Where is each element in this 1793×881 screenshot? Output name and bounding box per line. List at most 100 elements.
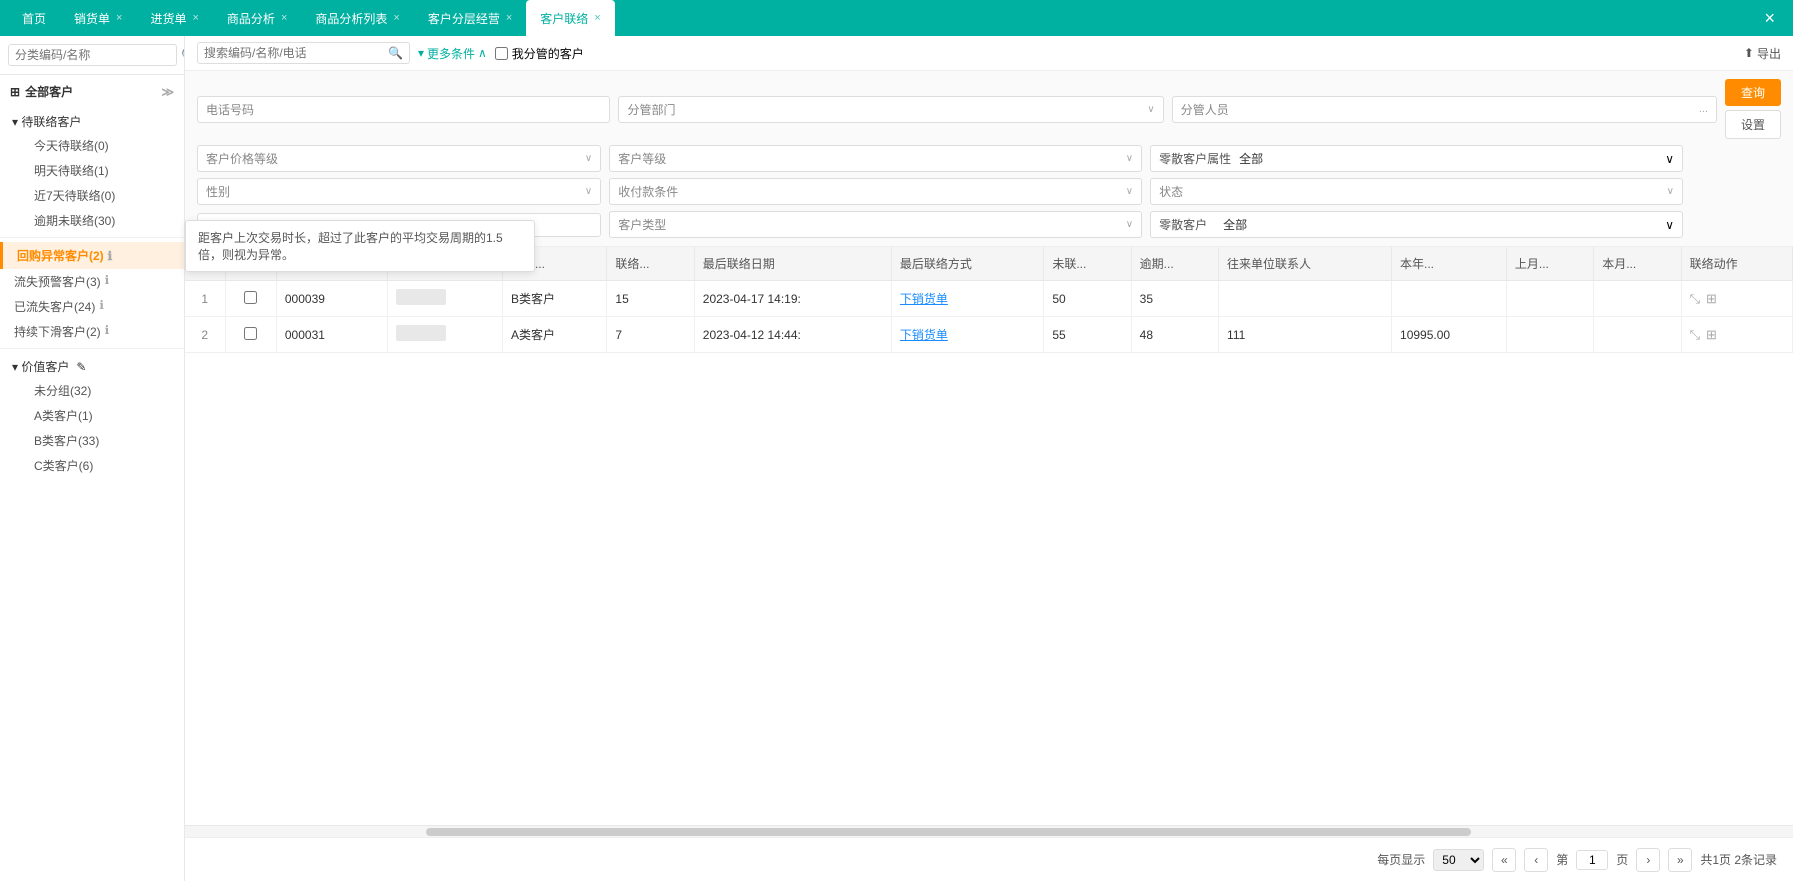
lost-label: 流失预警客户(3) bbox=[14, 273, 101, 290]
nav-purchase[interactable]: 进货单 × bbox=[136, 0, 212, 36]
nav-product-analysis-close[interactable]: × bbox=[281, 12, 287, 24]
retail-value: 全部 bbox=[1223, 216, 1657, 233]
row2-last-method[interactable]: 下销货单 bbox=[891, 317, 1043, 353]
row1-view-icon[interactable]: ⤡ bbox=[1690, 291, 1700, 307]
col-unit-contact[interactable]: 往来单位联系人 bbox=[1219, 247, 1392, 281]
row2-view-icon[interactable]: ⤡ bbox=[1690, 327, 1700, 343]
col-last-method[interactable]: 最后联络方式 bbox=[891, 247, 1043, 281]
sidebar-ungrouped[interactable]: 未分组(32) bbox=[10, 378, 184, 403]
row2-qr-icon[interactable]: ⊞ bbox=[1706, 327, 1717, 343]
first-page-btn[interactable]: « bbox=[1492, 848, 1516, 872]
payment-field[interactable]: 收付款条件 ∨ bbox=[609, 178, 1142, 205]
nav-sales-close[interactable]: × bbox=[116, 12, 122, 24]
row2-contact-count: 7 bbox=[607, 317, 694, 353]
export-btn[interactable]: ⬆ 导出 bbox=[1744, 45, 1781, 62]
col-this-year[interactable]: 本年... bbox=[1392, 247, 1507, 281]
sidebar-c-customers[interactable]: C类客户(6) bbox=[10, 453, 184, 478]
row2-checkbox[interactable] bbox=[225, 317, 276, 353]
sidebar-7days-pending[interactable]: 近7天待联络(0) bbox=[10, 183, 184, 208]
row1-last-method[interactable]: 下销货单 bbox=[891, 281, 1043, 317]
row1-checkbox[interactable] bbox=[225, 281, 276, 317]
nav-customer-contact-close[interactable]: × bbox=[594, 12, 600, 24]
nav-sales[interactable]: 销货单 × bbox=[60, 0, 136, 36]
pagination-bar: 每页显示 50 100 200 « ‹ 第 页 › » 共1页 2条记录 bbox=[185, 837, 1793, 881]
sidebar: 🔍 ⊞ 全部客户 ≫ ▾ 待联络客户 今天待联络(0) 明天待联络(1) 近7天… bbox=[0, 36, 185, 881]
nav-product-analysis-list-label: 商品分析列表 bbox=[315, 10, 387, 27]
value-customer-group[interactable]: ▾ 价值客户 ✎ bbox=[0, 353, 184, 378]
filter-row-2: 客户价格等级 ∨ 客户等级 ∨ 零散客户属性 全部 ∨ bbox=[197, 145, 1781, 172]
nav-customer-contact[interactable]: 客户联络 × bbox=[526, 0, 614, 36]
col-last-month[interactable]: 上月... bbox=[1506, 247, 1593, 281]
scrollbar-thumb[interactable] bbox=[426, 828, 1471, 836]
status-field[interactable]: 状态 ∨ bbox=[1150, 178, 1683, 205]
col-uncontact[interactable]: 未联... bbox=[1044, 247, 1131, 281]
nav-product-analysis[interactable]: 商品分析 × bbox=[213, 0, 301, 36]
retail-field[interactable]: 零散客户 全部 ∨ bbox=[1150, 211, 1683, 238]
tooltip-text: 距客户上次交易时长，超过了此客户的平均交易周期的1.5倍，则视为异常。 bbox=[198, 231, 503, 262]
next-page-btn[interactable]: › bbox=[1636, 848, 1660, 872]
search-icon[interactable]: 🔍 bbox=[388, 46, 403, 60]
sidebar-today-pending[interactable]: 今天待联络(0) bbox=[10, 133, 184, 158]
sidebar-a-customers[interactable]: A类客户(1) bbox=[10, 403, 184, 428]
page-suffix: 页 bbox=[1616, 851, 1628, 868]
sidebar-already-lost[interactable]: 已流失客户(24) ℹ bbox=[0, 294, 184, 319]
nav-product-analysis-list-close[interactable]: × bbox=[393, 12, 399, 24]
page-input[interactable] bbox=[1576, 850, 1608, 870]
search-input[interactable] bbox=[204, 46, 384, 60]
divider-2 bbox=[0, 348, 184, 349]
page-size-select[interactable]: 50 100 200 bbox=[1433, 849, 1484, 871]
person-dots[interactable]: ... bbox=[1699, 103, 1708, 115]
customer-level-field[interactable]: 客户等级 ∨ bbox=[609, 145, 1142, 172]
sidebar-b-customers[interactable]: B类客户(33) bbox=[10, 428, 184, 453]
nav-purchase-close[interactable]: × bbox=[192, 12, 198, 24]
sidebar-declining[interactable]: 持续下滑客户(2) ℹ bbox=[0, 319, 184, 344]
row1-contact-count: 15 bbox=[607, 281, 694, 317]
sidebar-overdue-pending[interactable]: 逾期未联络(30) bbox=[10, 208, 184, 233]
sidebar-all-customers[interactable]: ⊞ 全部客户 ≫ bbox=[0, 75, 184, 108]
nav-customer-tier[interactable]: 客户分层经营 × bbox=[414, 0, 526, 36]
query-btn[interactable]: 查询 bbox=[1725, 79, 1781, 106]
nav-product-analysis-list[interactable]: 商品分析列表 × bbox=[301, 0, 413, 36]
my-customers-checkbox[interactable]: 我分管的客户 bbox=[495, 45, 584, 62]
more-conditions-btn[interactable]: ▾ 更多条件 ∧ bbox=[418, 45, 487, 62]
collapse-icon[interactable]: ≫ bbox=[161, 85, 174, 99]
row2-select[interactable] bbox=[244, 327, 257, 340]
nav-customer-tier-close[interactable]: × bbox=[506, 12, 512, 24]
sidebar-lost-warning[interactable]: 流失预警客户(3) ℹ bbox=[0, 269, 184, 294]
tooltip-box: 距客户上次交易时长，超过了此客户的平均交易周期的1.5倍，则视为异常。 bbox=[185, 220, 535, 272]
phone-field[interactable]: 电话号码 bbox=[197, 96, 610, 123]
nav-home[interactable]: 首页 bbox=[8, 0, 60, 36]
sidebar-tomorrow-pending[interactable]: 明天待联络(1) bbox=[10, 158, 184, 183]
col-this-month[interactable]: 本月... bbox=[1594, 247, 1681, 281]
phone-field-label: 电话号码 bbox=[206, 101, 601, 118]
person-field[interactable]: 分管人员 ... bbox=[1172, 96, 1717, 123]
settings-btn[interactable]: 设置 bbox=[1725, 110, 1781, 139]
col-overdue[interactable]: 逾期... bbox=[1131, 247, 1218, 281]
my-customers-check[interactable] bbox=[495, 47, 508, 60]
row1-actions: ⤡ ⊞ bbox=[1681, 281, 1792, 317]
row2-method-link[interactable]: 下销货单 bbox=[900, 328, 948, 342]
retail-attr-arrow: ∨ bbox=[1665, 152, 1674, 166]
row2-uncontact: 55 bbox=[1044, 317, 1131, 353]
value-edit-icon[interactable]: ✎ bbox=[76, 360, 86, 374]
row1-code: 000039 bbox=[276, 281, 387, 317]
price-level-field[interactable]: 客户价格等级 ∨ bbox=[197, 145, 601, 172]
prev-page-btn[interactable]: ‹ bbox=[1524, 848, 1548, 872]
last-page-btn[interactable]: » bbox=[1668, 848, 1692, 872]
person-field-label: 分管人员 bbox=[1181, 101, 1699, 118]
row1-method-link[interactable]: 下销货单 bbox=[900, 292, 948, 306]
pending-contact-group[interactable]: ▾ 待联络客户 bbox=[0, 108, 184, 133]
customer-type-field[interactable]: 客户类型 ∨ bbox=[609, 211, 1142, 238]
dept-field[interactable]: 分管部门 ∨ bbox=[618, 96, 1163, 123]
row1-select[interactable] bbox=[244, 291, 257, 304]
col-contact-count[interactable]: 联络... bbox=[607, 247, 694, 281]
horizontal-scrollbar[interactable] bbox=[185, 825, 1793, 837]
col-last-date[interactable]: 最后联络日期 bbox=[694, 247, 891, 281]
sidebar-repurchase-abnormal[interactable]: 回购异常客户(2) ℹ bbox=[0, 242, 184, 269]
gender-field[interactable]: 性别 ∨ bbox=[197, 178, 601, 205]
window-close[interactable]: × bbox=[1754, 8, 1785, 29]
sidebar-search-input[interactable] bbox=[8, 44, 177, 66]
row1-qr-icon[interactable]: ⊞ bbox=[1706, 291, 1717, 307]
retail-attr-field[interactable]: 零散客户属性 全部 ∨ bbox=[1150, 145, 1683, 172]
my-customers-label: 我分管的客户 bbox=[512, 45, 584, 62]
